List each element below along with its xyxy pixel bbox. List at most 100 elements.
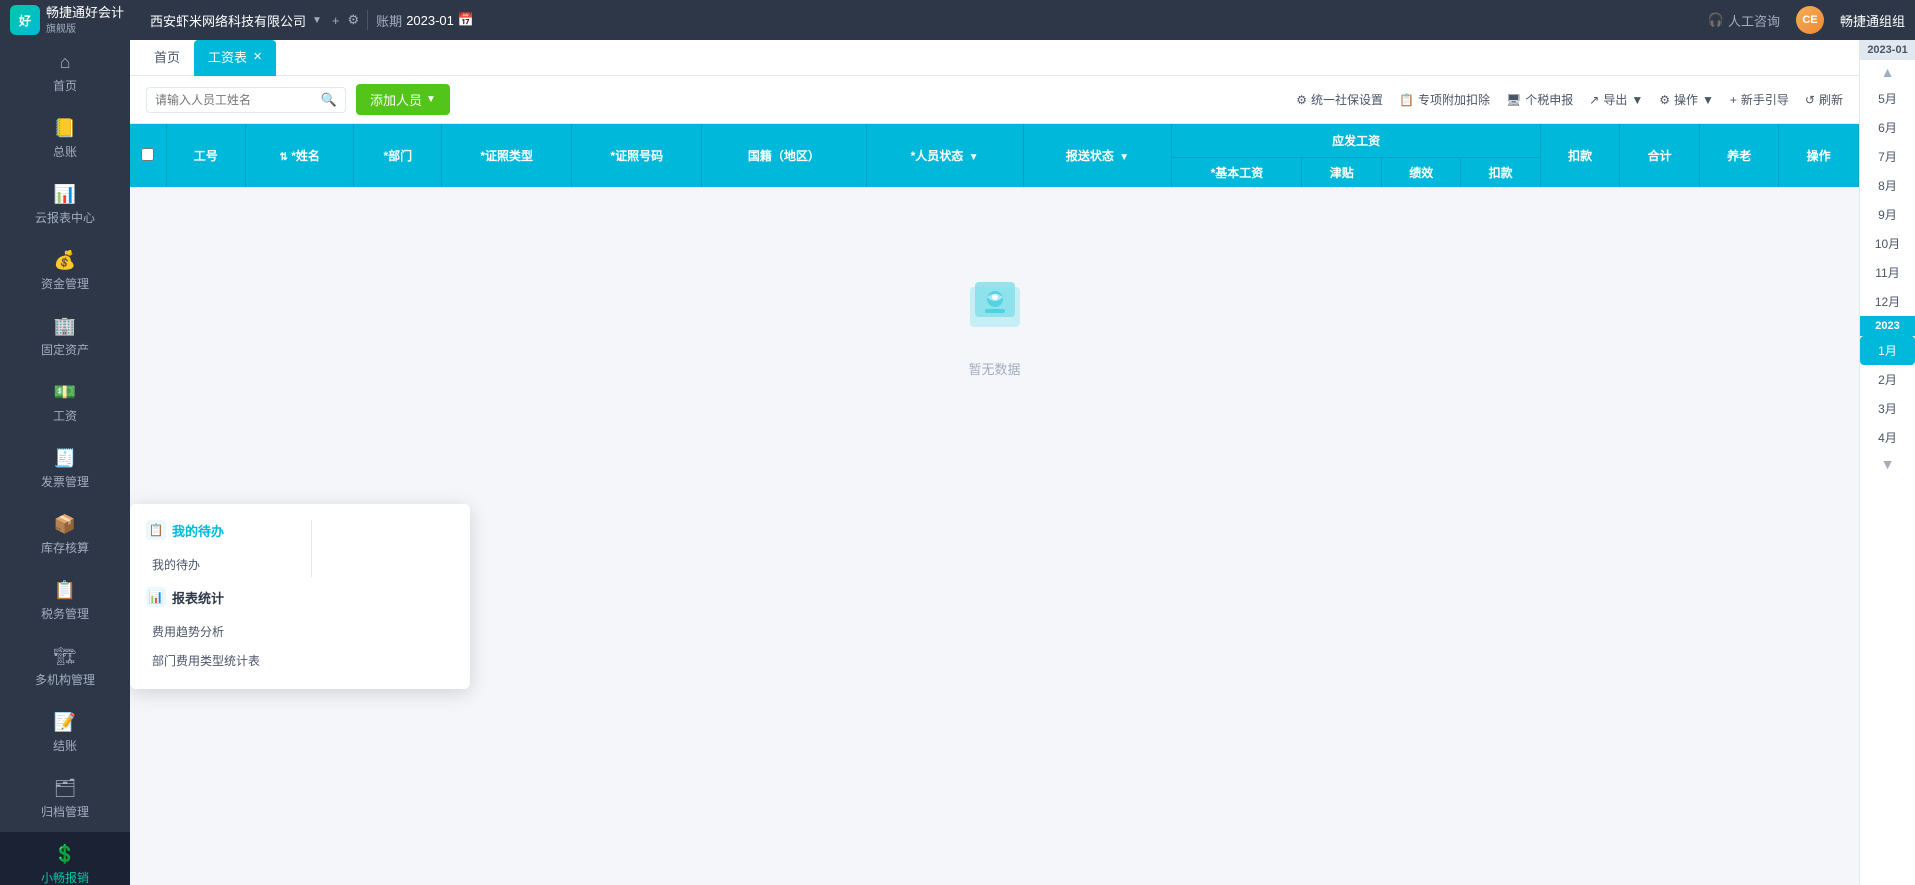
refresh-button[interactable]: ↺ 刷新 [1805, 91, 1843, 108]
search-icon: 🔍 [321, 92, 337, 108]
th-send-status: 报送状态 ▼ [1023, 124, 1172, 187]
calendar-icon[interactable]: 📅 [458, 12, 474, 28]
tab-home[interactable]: 首页 [140, 40, 194, 76]
sidebar-label-archive: 归档管理 [41, 803, 89, 820]
ledger-icon: 📒 [54, 118, 76, 139]
th-pension: 养老 [1699, 124, 1778, 187]
timeline-month-7[interactable]: 7月 [1860, 142, 1915, 171]
timeline-nav-up[interactable]: ▲ [1860, 60, 1915, 84]
tab-salary-table[interactable]: 工资表 ✕ [194, 40, 276, 76]
popup-item-cost-trend[interactable]: 费用趋势分析 [146, 619, 295, 644]
tax-report-label: 个税申报 [1525, 91, 1573, 108]
sidebar-label-assets: 固定资产 [41, 341, 89, 358]
timeline-month-2[interactable]: 2月 [1860, 365, 1915, 394]
tab-close-icon[interactable]: ✕ [253, 50, 262, 63]
sidebar-item-settlement[interactable]: 📝 结账 [0, 700, 130, 766]
th-id-no: *证照号码 [572, 124, 702, 187]
timeline-period: 2023-01 [1867, 44, 1907, 56]
sidebar-label-expense: 小畅报销 [41, 869, 89, 885]
popup-menu: 📋 我的待办 我的待办 📊 报表统计 [130, 504, 470, 689]
popup-grid: 📋 我的待办 我的待办 📊 报表统计 [146, 520, 454, 673]
th-payable-wage: 应发工资 [1172, 124, 1541, 158]
add-company-button[interactable]: + [332, 13, 340, 28]
sidebar-item-home[interactable]: ⌂ 首页 [0, 40, 130, 106]
service-button[interactable]: 🎧 人工咨询 [1708, 11, 1780, 30]
multi-icon: 🏗 [54, 646, 77, 667]
tax-report-button[interactable]: 🖥 个税申报 [1506, 91, 1573, 108]
timeline-month-1[interactable]: 1月 [1860, 336, 1915, 365]
timeline-month-10[interactable]: 10月 [1860, 229, 1915, 258]
timeline-month-8[interactable]: 8月 [1860, 171, 1915, 200]
timeline-month-3[interactable]: 3月 [1860, 394, 1915, 423]
empty-icon [955, 267, 1035, 347]
archive-icon: 🗂 [54, 778, 77, 799]
logo-area: 好 畅捷通好会计 旗舰版 [10, 5, 140, 36]
operation-button[interactable]: ⚙ 操作 ▼ [1659, 91, 1714, 108]
th-emp-no: 工号 [166, 124, 245, 187]
timeline-month-6[interactable]: 6月 [1860, 113, 1915, 142]
timeline-month-4[interactable]: 4月 [1860, 423, 1915, 452]
content-area: 首页 工资表 ✕ 🔍 添加人员 ▼ ⚙ 统一社保设置 [130, 40, 1859, 885]
select-all-checkbox[interactable] [141, 148, 154, 161]
tax-report-icon: 🖥 [1506, 93, 1521, 107]
main-layout: ⌂ 首页 📒 总账 📊 云报表中心 💰 资金管理 🏢 固定资产 💵 工资 🧾 发… [0, 40, 1915, 885]
sidebar-item-funds[interactable]: 💰 资金管理 [0, 238, 130, 304]
tax-icon: 📋 [54, 580, 76, 601]
sidebar-label-reports: 云报表中心 [35, 209, 95, 226]
sidebar-label-inventory: 库存核算 [41, 539, 89, 556]
sidebar: ⌂ 首页 📒 总账 📊 云报表中心 💰 资金管理 🏢 固定资产 💵 工资 🧾 发… [0, 40, 130, 885]
home-icon: ⌂ [60, 52, 71, 73]
timeline-month-11[interactable]: 11月 [1860, 258, 1915, 287]
salary-icon: 💵 [54, 382, 76, 403]
search-input[interactable] [155, 93, 315, 107]
th-deduct: 扣款 [1540, 124, 1619, 187]
timeline-month-9[interactable]: 9月 [1860, 200, 1915, 229]
special-deduct-icon: 📋 [1399, 93, 1414, 107]
sidebar-item-expense[interactable]: 💲 小畅报销 [0, 832, 130, 885]
search-box[interactable]: 🔍 [146, 87, 346, 113]
sidebar-label-settlement: 结账 [53, 737, 77, 754]
sidebar-label-invoice: 发票管理 [41, 473, 89, 490]
th-total: 合计 [1620, 124, 1699, 187]
social-security-button[interactable]: ⚙ 统一社保设置 [1296, 91, 1383, 108]
sidebar-label-funds: 资金管理 [41, 275, 89, 292]
tab-salary-label: 工资表 [208, 47, 247, 66]
sidebar-item-reports[interactable]: 📊 云报表中心 [0, 172, 130, 238]
guide-button[interactable]: + 新手引导 [1730, 91, 1789, 108]
sidebar-item-multi[interactable]: 🏗 多机构管理 [0, 634, 130, 700]
timeline-month-12[interactable]: 12月 [1860, 287, 1915, 316]
guide-icon2: + [1730, 93, 1737, 107]
reports-section-icon: 📊 [146, 587, 166, 607]
special-deduct-button[interactable]: 📋 专项附加扣除 [1399, 91, 1490, 108]
timeline-nav-down[interactable]: ▼ [1860, 452, 1915, 476]
sidebar-item-archive[interactable]: 🗂 归档管理 [0, 766, 130, 832]
add-person-chevron-icon: ▼ [426, 94, 436, 105]
sidebar-item-inventory[interactable]: 📦 库存核算 [0, 502, 130, 568]
sidebar-item-assets[interactable]: 🏢 固定资产 [0, 304, 130, 370]
period-value: 2023-01 [406, 13, 454, 28]
sidebar-item-ledger[interactable]: 📒 总账 [0, 106, 130, 172]
toolbar-actions: ⚙ 统一社保设置 📋 专项附加扣除 🖥 个税申报 ↗ 导出 ▼ ⚙ [1296, 91, 1843, 108]
add-person-button[interactable]: 添加人员 ▼ [356, 84, 450, 115]
th-id-type: *证照类型 [442, 124, 572, 187]
logo-text-block: 畅捷通好会计 旗舰版 [46, 5, 124, 36]
timeline-year-2023: 2023 [1860, 316, 1915, 336]
sort-icon: ⇅ [280, 152, 288, 163]
export-button[interactable]: ↗ 导出 ▼ [1589, 91, 1643, 108]
service-label: 人工咨询 [1728, 11, 1780, 30]
export-chevron-icon: ▼ [1631, 93, 1643, 107]
popup-item-dept-cost[interactable]: 部门费用类型统计表 [146, 648, 295, 673]
empty-state: 暂无数据 [130, 187, 1859, 458]
settings-button[interactable]: ⚙ [348, 12, 360, 28]
company-selector[interactable]: 西安虾米网络科技有限公司 ▼ [140, 11, 332, 30]
user-avatar: CE [1796, 6, 1824, 34]
toolbar: 🔍 添加人员 ▼ ⚙ 统一社保设置 📋 专项附加扣除 🖥 个税申报 [130, 76, 1859, 124]
person-status-filter-icon[interactable]: ▼ [969, 152, 979, 163]
sidebar-item-invoice[interactable]: 🧾 发票管理 [0, 436, 130, 502]
sidebar-item-tax[interactable]: 📋 税务管理 [0, 568, 130, 634]
sidebar-item-salary[interactable]: 💵 工资 [0, 370, 130, 436]
popup-reports-label: 报表统计 [172, 588, 224, 607]
timeline-month-5[interactable]: 5月 [1860, 84, 1915, 113]
send-status-filter-icon[interactable]: ▼ [1119, 152, 1129, 163]
popup-item-my-todo[interactable]: 我的待办 [146, 552, 295, 577]
